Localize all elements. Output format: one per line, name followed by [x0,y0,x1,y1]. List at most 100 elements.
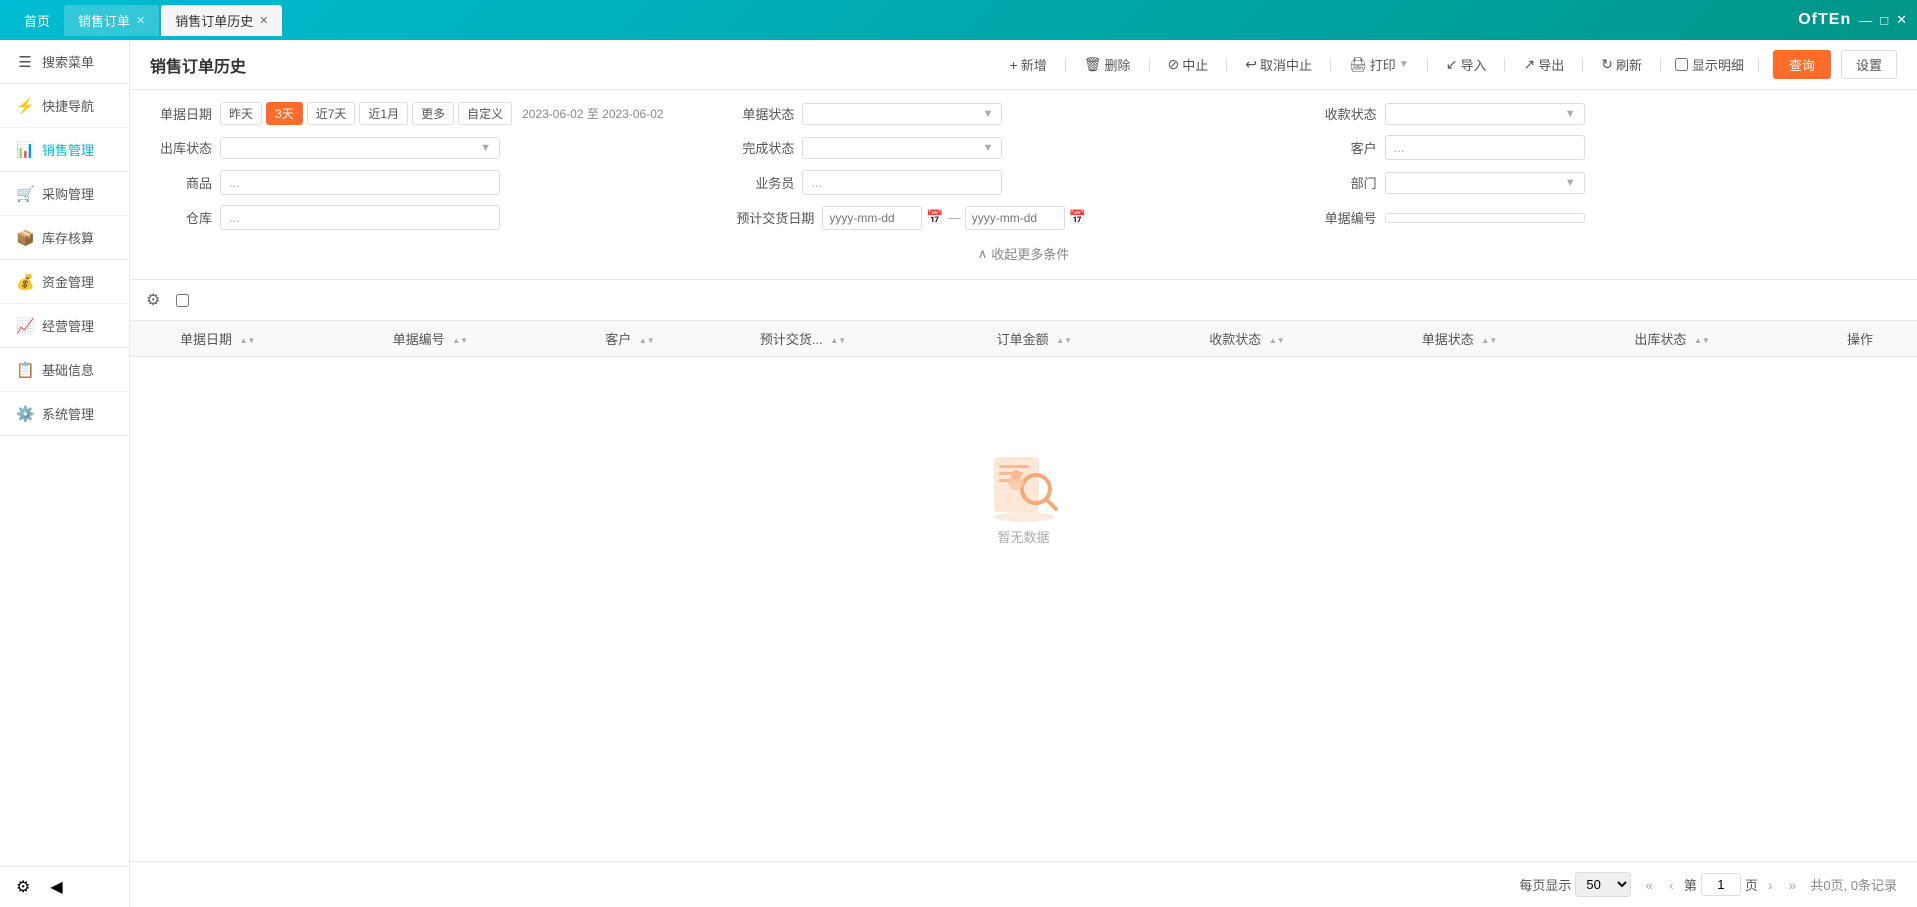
warehouse-input[interactable]: ... [220,205,500,230]
sidebar-item-operations-label: 经营管理 [42,316,94,335]
stop-icon: ⊘ [1168,56,1180,73]
department-select[interactable]: ▼ [1385,172,1585,194]
select-all-checkbox[interactable] [176,294,189,307]
toolbar: + 新增 🗑 删除 ⊘ 中止 ↩ 取消中止 [1006,50,1898,79]
sidebar-settings-icon[interactable]: ⚙ [16,877,30,897]
date-label: 单据日期 [150,104,220,123]
calendar-end-icon[interactable]: 📅 [1069,209,1086,226]
tab-sales-order[interactable]: 销售订单 ✕ [64,5,159,36]
sort-expected-icon[interactable]: ▲▼ [830,336,846,345]
sidebar-item-quick-nav[interactable]: ⚡ 快捷导航 [0,84,129,128]
import-btn[interactable]: ↙ 导入 [1442,53,1491,76]
table-header-row: 单据日期 ▲▼ 单据编号 ▲▼ 客户 ▲▼ 预计交货... [130,321,1917,357]
delete-label: 删除 [1104,55,1130,74]
sidebar-item-base-info[interactable]: 📋 基础信息 [0,348,129,392]
customer-input[interactable]: ... [1385,135,1585,160]
sidebar-item-operations[interactable]: 📈 经营管理 [0,304,129,348]
sidebar-item-inventory[interactable]: 📦 库存核算 [0,216,129,260]
stop-btn[interactable]: ⊘ 中止 [1164,53,1213,76]
base-info-icon: 📋 [16,361,34,379]
table-settings-btn[interactable]: ⚙ [140,288,166,312]
sort-stock-icon[interactable]: ▲▼ [1694,336,1710,345]
sidebar-item-sys-mgmt-label: 系统管理 [42,404,94,423]
sort-no-icon[interactable]: ▲▼ [452,336,468,345]
date-end-input[interactable] [965,206,1065,230]
complete-status-select[interactable]: ▼ [802,137,1002,159]
sidebar-collapse-icon[interactable]: ◀ [50,877,62,897]
next-page-btn[interactable]: › [1762,875,1779,895]
prev-page-btn[interactable]: ‹ [1663,875,1680,895]
col-operation: 操作 [1837,321,1917,357]
minimize-btn[interactable]: — [1859,13,1872,28]
filter-order-status-cell: 单据状态 ▼ [732,103,1314,125]
print-btn[interactable]: 🖨 打印 ▼ [1345,53,1413,76]
cancel-stop-icon: ↩ [1245,56,1257,73]
sort-customer-icon[interactable]: ▲▼ [639,336,655,345]
new-label: 新增 [1021,55,1047,74]
top-bar-right: OfTEn — □ ✕ [1798,11,1907,29]
last-page-btn[interactable]: » [1783,875,1803,895]
payment-status-select[interactable]: ▼ [1385,103,1585,125]
sidebar-item-quick-nav-label: 快捷导航 [42,96,94,115]
new-btn[interactable]: + 新增 [1006,53,1051,76]
tab-sales-order-history[interactable]: 销售订单历史 ✕ [161,5,282,36]
display-toggle[interactable]: 显示明细 [1675,55,1744,74]
maximize-btn[interactable]: □ [1880,13,1888,28]
tab-home[interactable]: 首页 [10,5,64,36]
sort-amount-icon[interactable]: ▲▼ [1056,336,1072,345]
date-btn-1month[interactable]: 近1月 [359,102,408,125]
filter-stock-status-cell: 出库状态 ▼ [150,137,732,159]
sort-date-icon[interactable]: ▲▼ [240,336,256,345]
filter-payment-status-cell: 收款状态 ▼ [1315,103,1897,125]
date-btn-more[interactable]: 更多 [412,102,454,125]
goods-input[interactable]: ... [220,170,500,195]
order-no-input[interactable] [1385,213,1585,223]
query-btn[interactable]: 查询 [1773,50,1831,79]
setting-btn[interactable]: 设置 [1841,50,1897,79]
cancel-stop-btn[interactable]: ↩ 取消中止 [1241,53,1316,76]
stock-status-select[interactable]: ▼ [220,137,500,159]
page-input[interactable] [1701,873,1741,896]
sidebar-item-sales-mgmt[interactable]: 📊 销售管理 [0,128,129,172]
col-amount-label: 订单金额 [997,332,1049,347]
sys-mgmt-icon: ⚙️ [16,405,34,423]
calendar-start-icon[interactable]: 📅 [926,209,943,226]
per-page-select[interactable]: 50 10 20 100 [1575,872,1631,897]
sidebar-item-purchase-mgmt[interactable]: 🛒 采购管理 [0,172,129,216]
sidebar-item-search-menu[interactable]: ☰ 搜索菜单 [0,40,129,84]
date-btn-7days[interactable]: 近7天 [307,102,356,125]
payment-status-arrow-icon: ▼ [1565,108,1576,120]
first-page-btn[interactable]: « [1639,875,1659,895]
date-start-input[interactable] [822,206,922,230]
display-toggle-checkbox[interactable] [1675,58,1688,71]
tab-sales-order-history-close[interactable]: ✕ [259,14,268,27]
col-expected-label: 预计交货... [760,332,823,347]
page-title: 销售订单历史 [150,53,246,77]
order-status-select[interactable]: ▼ [802,103,1002,125]
sort-status-icon[interactable]: ▲▼ [1481,336,1497,345]
import-icon: ↙ [1446,56,1458,73]
col-amount: 订单金额 ▲▼ [987,321,1200,357]
collapse-label: 收起更多条件 [991,244,1069,263]
complete-status-arrow-icon: ▼ [982,142,993,154]
sales-mgmt-icon: 📊 [16,141,34,159]
collapse-btn[interactable]: ∧ 收起更多条件 [974,240,1074,267]
sort-payment-icon[interactable]: ▲▼ [1269,336,1285,345]
date-btn-today[interactable]: 昨天 [220,102,262,125]
sidebar-item-finance[interactable]: 💰 资金管理 [0,260,129,304]
salesperson-input[interactable]: ... [802,170,1002,195]
sidebar-item-search-menu-label: 搜索菜单 [42,52,94,71]
sidebar-item-sys-mgmt[interactable]: ⚙️ 系统管理 [0,392,129,436]
divider6 [1504,58,1505,72]
date-btn-custom[interactable]: 自定义 [458,102,512,125]
export-btn[interactable]: ↗ 导出 [1519,53,1568,76]
refresh-btn[interactable]: ↻ 刷新 [1597,53,1646,76]
close-btn[interactable]: ✕ [1896,12,1907,28]
stop-label: 中止 [1182,55,1208,74]
delete-icon: 🗑 [1084,56,1102,73]
col-status-label: 单据状态 [1422,332,1474,347]
delete-btn[interactable]: 🗑 删除 [1080,53,1135,76]
filter-customer-cell: 客户 ... [1315,135,1897,160]
tab-sales-order-close[interactable]: ✕ [136,14,145,27]
date-btn-3days[interactable]: 3天 [266,102,303,125]
